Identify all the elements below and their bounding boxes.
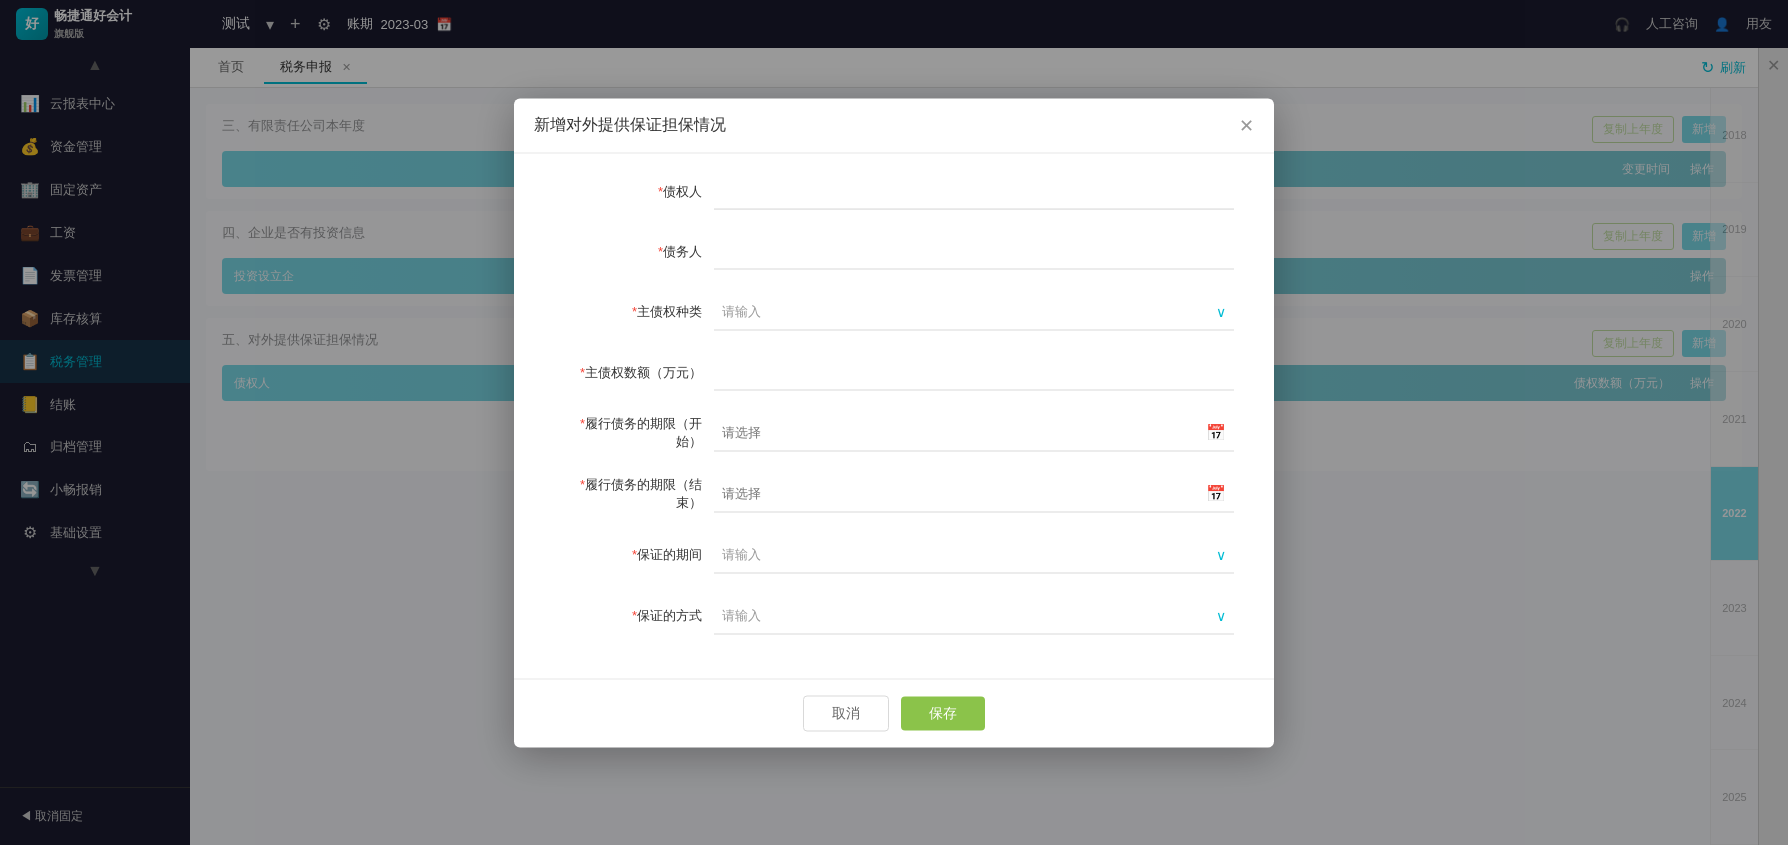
form-row-debtor: *债务人 <box>554 233 1234 269</box>
form-row-guarantee-period: *保证的期间 请输入 ∨ <box>554 536 1234 573</box>
form-row-claim-type: *主债权种类 请输入 ∨ <box>554 293 1234 330</box>
guarantee-method-label: *保证的方式 <box>554 607 714 625</box>
modal-footer: 取消 保存 <box>514 678 1274 747</box>
period-start-wrap: 📅 <box>714 414 1234 451</box>
guarantee-method-select[interactable]: 请输入 <box>714 597 1234 633</box>
period-start-label: *履行债务的期限（开始） <box>554 415 714 451</box>
claim-amount-input-wrap <box>714 354 1234 390</box>
period-start-input[interactable] <box>714 414 1206 450</box>
debtor-input-wrap <box>714 233 1234 269</box>
form-row-period-start: *履行债务的期限（开始） 📅 <box>554 414 1234 451</box>
save-button[interactable]: 保存 <box>901 696 985 730</box>
claim-amount-input[interactable] <box>714 354 1234 390</box>
add-guarantee-modal: 新增对外提供保证担保情况 ✕ *债权人 *债务人 *主债权种类 <box>514 98 1274 747</box>
form-row-guarantee-method: *保证的方式 请输入 ∨ <box>554 597 1234 634</box>
guarantee-period-label: *保证的期间 <box>554 546 714 564</box>
modal-close-button[interactable]: ✕ <box>1239 114 1254 136</box>
creditor-label: *债权人 <box>554 182 714 200</box>
form-row-creditor: *债权人 <box>554 173 1234 209</box>
creditor-input[interactable] <box>714 173 1234 209</box>
period-end-wrap: 📅 <box>714 475 1234 512</box>
period-end-input[interactable] <box>714 475 1206 511</box>
claim-type-select-wrap: 请输入 ∨ <box>714 293 1234 330</box>
modal-title: 新增对外提供保证担保情况 <box>534 115 726 136</box>
period-start-calendar-icon[interactable]: 📅 <box>1206 423 1234 442</box>
period-end-calendar-icon[interactable]: 📅 <box>1206 484 1234 503</box>
creditor-input-wrap <box>714 173 1234 209</box>
modal-body: *债权人 *债务人 *主债权种类 请输入 <box>514 153 1274 678</box>
debtor-input[interactable] <box>714 233 1234 269</box>
claim-type-select[interactable]: 请输入 <box>714 293 1234 329</box>
form-row-claim-amount: *主债权数额（万元） <box>554 354 1234 390</box>
claim-amount-label: *主债权数额（万元） <box>554 363 714 381</box>
claim-type-label: *主债权种类 <box>554 303 714 321</box>
period-end-label: *履行债务的期限（结束） <box>554 476 714 512</box>
modal-header: 新增对外提供保证担保情况 ✕ <box>514 98 1274 153</box>
debtor-label: *债务人 <box>554 242 714 260</box>
guarantee-period-select-wrap: 请输入 ∨ <box>714 536 1234 573</box>
guarantee-period-select[interactable]: 请输入 <box>714 536 1234 572</box>
form-row-period-end: *履行债务的期限（结束） 📅 <box>554 475 1234 512</box>
cancel-button[interactable]: 取消 <box>803 695 889 731</box>
guarantee-method-select-wrap: 请输入 ∨ <box>714 597 1234 634</box>
